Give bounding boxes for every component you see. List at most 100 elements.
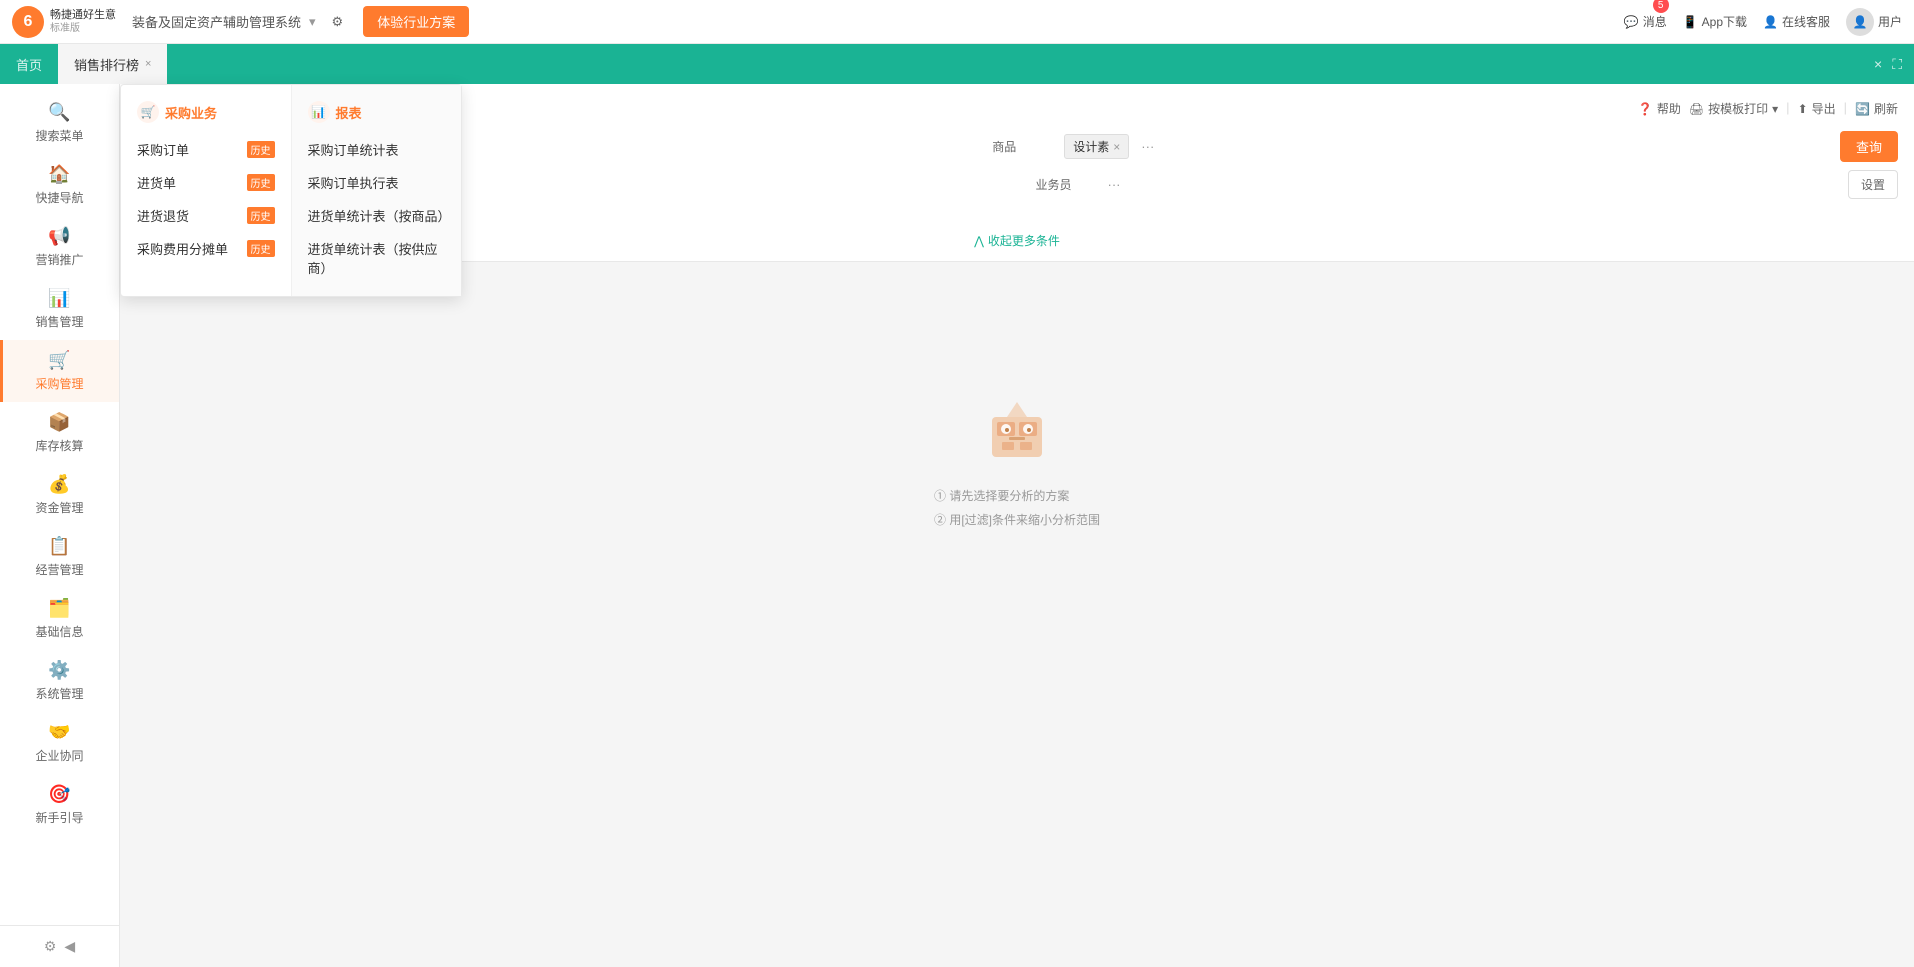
tab-home[interactable]: 首页 xyxy=(0,44,58,84)
stock-in-label: 进货单 xyxy=(137,173,176,192)
report-col-title-label: 报表 xyxy=(336,103,362,122)
sidebar-item-search[interactable]: 🔍 搜索菜单 xyxy=(0,92,119,154)
message-icon: 💬 xyxy=(1624,15,1639,29)
print-item[interactable]: 🖨 按模板打印 ▾ xyxy=(1689,100,1778,117)
goods-tag-close[interactable]: × xyxy=(1113,140,1120,154)
sidebar-item-purchase-label: 采购管理 xyxy=(35,375,83,392)
guide-icon: 🎯 xyxy=(48,784,70,805)
dropdown-item-stock-return[interactable]: 进货退货 历史 xyxy=(121,199,291,232)
sidebar-item-guide[interactable]: 🎯 新手引导 xyxy=(0,774,119,836)
stock-in-by-supplier-label: 进货单统计表（按供应商） xyxy=(308,239,446,277)
purchase-col-icon: 🛒 xyxy=(137,101,159,123)
collapse-up-icon: ⋀ xyxy=(974,234,984,248)
sidebar-item-quicknav-label: 快捷导航 xyxy=(35,189,83,206)
print-icon: 🖨 xyxy=(1689,102,1704,116)
marketing-icon: 📢 xyxy=(48,226,70,247)
app-download-item[interactable]: 📱 App下载 xyxy=(1683,13,1747,30)
goods-dots[interactable]: ··· xyxy=(1141,139,1154,154)
title-dropdown-icon[interactable]: ▾ xyxy=(309,14,316,30)
sidebar-item-inventory[interactable]: 📦 库存核算 xyxy=(0,402,119,464)
online-service-item[interactable]: 👤 在线客服 xyxy=(1763,13,1830,30)
finance-icon: 💰 xyxy=(48,474,70,495)
dropdown-item-purchase-order-exec[interactable]: 采购订单执行表 xyxy=(292,166,462,199)
operations-icon: 📋 xyxy=(48,536,70,557)
empty-illustration xyxy=(977,392,1057,472)
tab-sales-ranking[interactable]: 销售排行榜 × xyxy=(58,44,167,84)
help-item[interactable]: ❓ 帮助 xyxy=(1638,100,1681,117)
purchase-expense-label: 采购费用分摊单 xyxy=(137,239,228,258)
toolbar-actions: ❓ 帮助 🖨 按模板打印 ▾ | ⬆ 导出 | 🔄 xyxy=(1638,100,1898,117)
sales-icon: 📊 xyxy=(48,288,70,309)
dropdown-item-stock-in-by-supplier[interactable]: 进货单统计表（按供应商） xyxy=(292,232,462,284)
dropdown-item-purchase-order[interactable]: 采购订单 历史 xyxy=(121,133,291,166)
logo-name: 畅捷通好生意 xyxy=(50,8,116,22)
sidebar-item-finance[interactable]: 💰 资金管理 xyxy=(0,464,119,526)
industry-btn[interactable]: 体验行业方案 xyxy=(363,6,469,37)
sidebar-item-sales[interactable]: 📊 销售管理 xyxy=(0,278,119,340)
collapse-btn[interactable]: ⋀ 收起更多条件 xyxy=(974,232,1060,249)
report-col-icon: 📊 xyxy=(308,101,330,123)
logo-icon: 6 xyxy=(12,6,44,38)
sidebar-item-guide-label: 新手引导 xyxy=(35,809,83,826)
dropdown-item-purchase-order-stats[interactable]: 采购订单统计表 xyxy=(292,133,462,166)
export-item[interactable]: ⬆ 导出 xyxy=(1798,100,1836,117)
tab-close-icon[interactable]: × xyxy=(145,58,151,70)
refresh-item[interactable]: 🔄 刷新 xyxy=(1855,100,1898,117)
sidebar-item-enterprise[interactable]: 🤝 企业协同 xyxy=(0,712,119,774)
header-gear-icon[interactable]: ⚙ xyxy=(332,14,344,30)
sidebar-item-basic[interactable]: 🗂️ 基础信息 xyxy=(0,588,119,650)
dropdown-item-stock-in-by-goods[interactable]: 进货单统计表（按商品） xyxy=(292,199,462,232)
dropdown-item-stock-in[interactable]: 进货单 历史 xyxy=(121,166,291,199)
salesman-label: 业务员 xyxy=(1036,176,1096,193)
refresh-label: 刷新 xyxy=(1874,100,1898,117)
goods-label: 商品 xyxy=(992,138,1052,155)
message-item[interactable]: 💬 消息 5 xyxy=(1624,13,1667,30)
online-service-label: 在线客服 xyxy=(1782,13,1830,30)
dropdown-item-purchase-expense[interactable]: 采购费用分摊单 历史 xyxy=(121,232,291,265)
user-item[interactable]: 👤 用户 xyxy=(1846,8,1902,36)
dropdown-purchase-title: 🛒 采购业务 xyxy=(121,97,291,133)
logo-area: 6 畅捷通好生意 标准版 xyxy=(12,6,132,38)
sidebar-settings-icon[interactable]: ⚙ xyxy=(44,938,57,955)
inventory-icon: 📦 xyxy=(48,412,70,433)
sidebar-collapse-icon[interactable]: ◀ xyxy=(64,938,75,955)
sidebar-item-inventory-label: 库存核算 xyxy=(35,437,83,454)
purchase-order-exec-label: 采购订单执行表 xyxy=(308,173,399,192)
export-label: 导出 xyxy=(1812,100,1836,117)
sidebar-item-marketing[interactable]: 📢 营销推广 xyxy=(0,216,119,278)
setting-button[interactable]: 设置 xyxy=(1848,170,1898,199)
purchase-expense-history: 历史 xyxy=(247,240,275,257)
dropdown-report-title: 📊 报表 xyxy=(292,97,462,133)
sidebar-item-sales-label: 销售管理 xyxy=(35,313,83,330)
sidebar: 🔍 搜索菜单 🏠 快捷导航 📢 营销推广 📊 销售管理 🛒 采购管理 📦 库存核… xyxy=(0,84,120,967)
tab-fullscreen-icon[interactable]: ⛶ xyxy=(1888,52,1906,77)
sidebar-item-system[interactable]: ⚙️ 系统管理 xyxy=(0,650,119,712)
home-icon: 🏠 xyxy=(48,164,70,185)
basic-icon: 🗂️ xyxy=(48,598,70,619)
header-title: 装备及固定资产辅助管理系统 ▾ ⚙ 体验行业方案 xyxy=(132,6,1624,37)
salesman-dots[interactable]: ··· xyxy=(1108,177,1121,192)
stock-in-by-goods-label: 进货单统计表（按商品） xyxy=(308,206,446,225)
query-button[interactable]: 查询 xyxy=(1840,131,1898,162)
purchase-icon: 🛒 xyxy=(48,350,70,371)
sidebar-item-operations[interactable]: 📋 经营管理 xyxy=(0,526,119,588)
export-icon: ⬆ xyxy=(1798,102,1808,116)
tab-bar: 首页 销售排行榜 × × ⛶ xyxy=(0,44,1914,84)
tab-close-all-icon[interactable]: × xyxy=(1870,52,1886,76)
sidebar-item-operations-label: 经营管理 xyxy=(35,561,83,578)
system-icon: ⚙️ xyxy=(48,660,70,681)
top-header: 6 畅捷通好生意 标准版 装备及固定资产辅助管理系统 ▾ ⚙ 体验行业方案 💬 … xyxy=(0,0,1914,44)
print-dropdown-icon[interactable]: ▾ xyxy=(1772,102,1778,116)
sidebar-item-enterprise-label: 企业协同 xyxy=(35,747,83,764)
dropdown-menu: 🛒 采购业务 采购订单 历史 进货单 历史 进货退货 历史 采购费用分摊单 历史… xyxy=(120,84,462,297)
sidebar-item-quicknav[interactable]: 🏠 快捷导航 xyxy=(0,154,119,216)
goods-tag: 设计素 × xyxy=(1064,134,1129,159)
tab-home-label: 首页 xyxy=(16,55,42,74)
help-icon: ❓ xyxy=(1638,102,1653,116)
empty-tips: 请先选择要分析的方案 用[过滤]条件来缩小分析范围 xyxy=(934,484,1100,532)
sidebar-item-purchase[interactable]: 🛒 采购管理 xyxy=(0,340,119,402)
system-title: 装备及固定资产辅助管理系统 xyxy=(132,12,301,31)
sidebar-item-marketing-label: 营销推广 xyxy=(35,251,83,268)
message-label: 消息 xyxy=(1643,13,1667,30)
stock-return-label: 进货退货 xyxy=(137,206,189,225)
